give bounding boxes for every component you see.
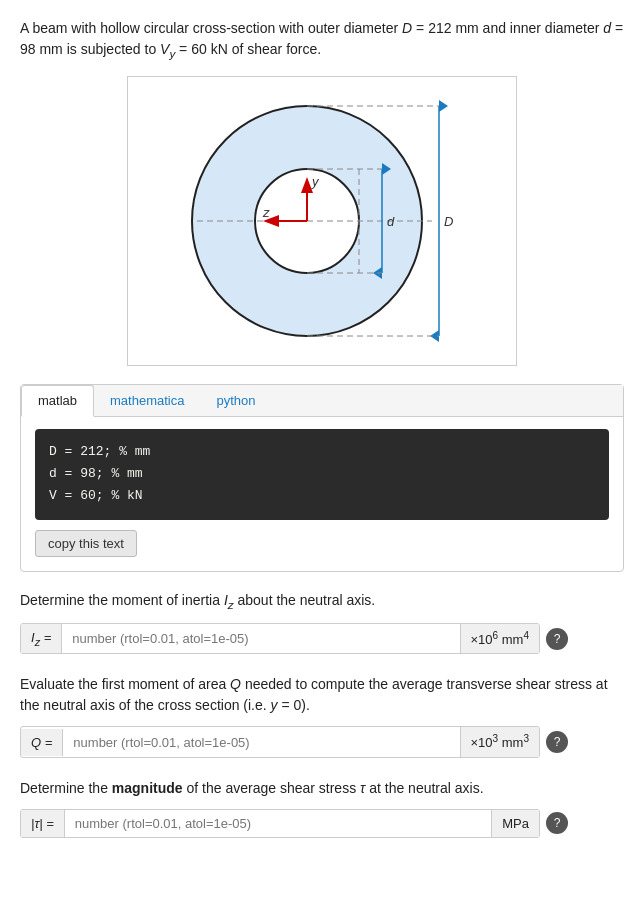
tab-matlab[interactable]: matlab: [21, 385, 94, 417]
q2-input-row: Q = ×103 mm3: [20, 726, 540, 757]
diagram-box: y z d D: [127, 76, 517, 366]
question-3-text: Determine the magnitude of the average s…: [20, 778, 624, 799]
q1-input[interactable]: [62, 625, 459, 652]
svg-text:D: D: [444, 214, 453, 229]
q2-unit: ×103 mm3: [460, 727, 539, 756]
code-line-3: V = 60; % kN: [49, 485, 595, 507]
question-2-text: Evaluate the first moment of area Q need…: [20, 674, 624, 716]
copy-button[interactable]: copy this text: [35, 530, 137, 557]
code-line-2: d = 98; % mm: [49, 463, 595, 485]
svg-text:d: d: [387, 214, 395, 229]
question-1-block: Determine the moment of inertia Iz about…: [20, 590, 624, 655]
tab-mathematica[interactable]: mathematica: [94, 385, 200, 416]
tabs-header: matlab mathematica python: [21, 385, 623, 417]
q1-input-row: Iz = ×106 mm4: [20, 623, 540, 655]
tabs-container: matlab mathematica python D = 212; % mm …: [20, 384, 624, 571]
q3-input-row: |τ| = MPa: [20, 809, 540, 838]
question-2-block: Evaluate the first moment of area Q need…: [20, 674, 624, 757]
question-3-block: Determine the magnitude of the average s…: [20, 778, 624, 838]
q1-help-button[interactable]: ?: [546, 628, 568, 650]
q3-input[interactable]: [65, 810, 491, 837]
code-line-1: D = 212; % mm: [49, 441, 595, 463]
q2-input-label: Q =: [21, 729, 63, 756]
q2-help-button[interactable]: ?: [546, 731, 568, 753]
q1-input-label: Iz =: [21, 624, 62, 654]
tab-python[interactable]: python: [200, 385, 271, 416]
code-block: D = 212; % mm d = 98; % mm V = 60; % kN: [35, 429, 609, 519]
cross-section-diagram: y z d D: [137, 86, 507, 356]
tab-content-matlab: D = 212; % mm d = 98; % mm V = 60; % kN …: [21, 417, 623, 570]
q2-input[interactable]: [63, 729, 459, 756]
q1-unit: ×106 mm4: [460, 624, 539, 653]
question-1-text: Determine the moment of inertia Iz about…: [20, 590, 624, 613]
q3-unit: MPa: [491, 810, 539, 837]
q3-help-button[interactable]: ?: [546, 812, 568, 834]
svg-text:z: z: [262, 205, 270, 220]
q3-input-label: |τ| =: [21, 810, 65, 837]
problem-text: A beam with hollow circular cross-sectio…: [20, 18, 624, 62]
